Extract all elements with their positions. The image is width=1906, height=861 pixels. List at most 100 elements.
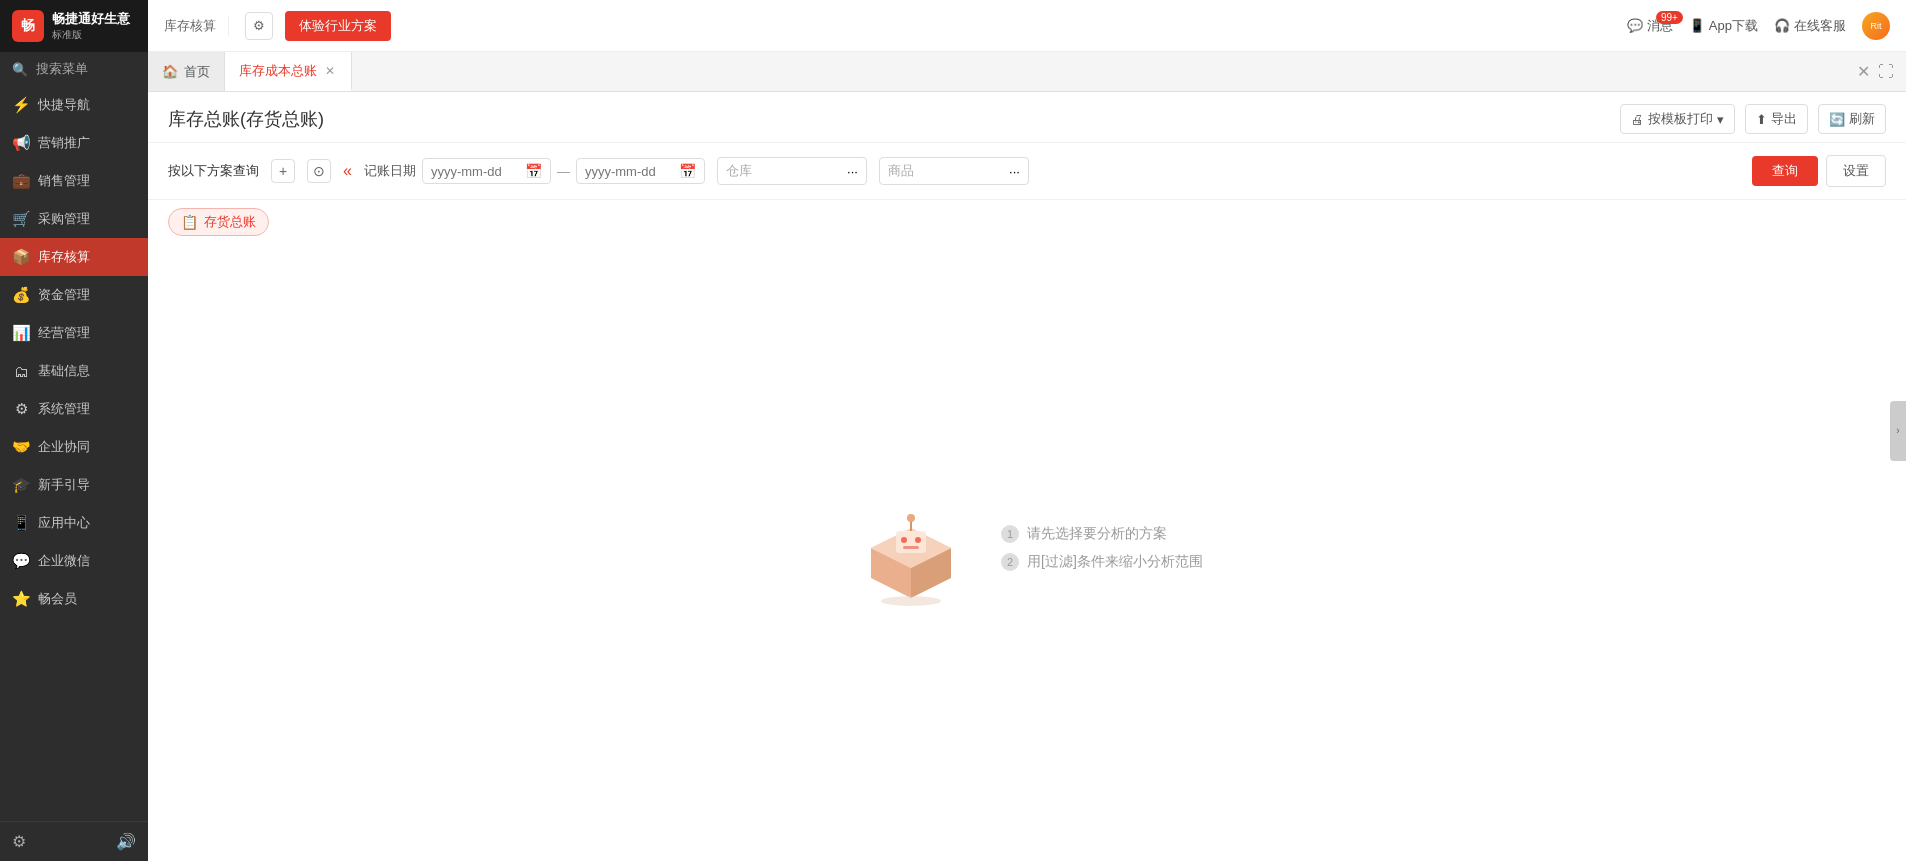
tab-close-all-icon[interactable]: ✕ <box>1857 62 1870 81</box>
app-download-item[interactable]: 📱 App下载 <box>1689 17 1758 35</box>
member-icon: ⭐ <box>12 590 30 608</box>
filter-bar: 按以下方案查询 + ⊙ « 记账日期 📅 — 📅 仓库 ··· <box>148 143 1906 200</box>
calendar-start-icon[interactable]: 📅 <box>525 163 542 179</box>
svg-point-7 <box>915 537 921 543</box>
search-menu[interactable]: 🔍 搜索菜单 <box>0 52 148 86</box>
quick-nav-icon: ⚡ <box>12 96 30 114</box>
sidebar-item-purchase[interactable]: 🛒 采购管理 <box>0 200 148 238</box>
message-icon: 💬 <box>1627 18 1643 33</box>
tab-close-btn[interactable]: ✕ <box>323 63 337 79</box>
svg-point-6 <box>901 537 907 543</box>
sidebar-item-finance[interactable]: 💰 资金管理 <box>0 276 148 314</box>
sidebar-item-basic-info[interactable]: 🗂 基础信息 <box>0 352 148 390</box>
tab-expand-icon[interactable]: ⛶ <box>1878 63 1894 81</box>
sidebar-item-app-center[interactable]: 📱 应用中心 <box>0 504 148 542</box>
export-button[interactable]: ⬆ 导出 <box>1745 104 1808 134</box>
sidebar-item-operation[interactable]: 📊 经营管理 <box>0 314 148 352</box>
inventory-icon: 📦 <box>12 248 30 266</box>
content-area: 库存总账(存货总账) 🖨 按模板打印 ▾ ⬆ 导出 🔄 刷新 按以下方案查询 <box>148 92 1906 861</box>
phone-icon: 📱 <box>1689 18 1705 33</box>
sidebar-item-member[interactable]: ⭐ 畅会员 <box>0 580 148 618</box>
product-select[interactable]: 商品 ··· <box>879 157 1029 185</box>
date-end-wrap[interactable]: 📅 <box>576 158 705 184</box>
filter-label: 按以下方案查询 <box>168 162 259 180</box>
operation-icon: 📊 <box>12 324 30 342</box>
scheme-chip-icon: 📋 <box>181 214 198 230</box>
sidebar-item-sales[interactable]: 💼 销售管理 <box>0 162 148 200</box>
sidebar-item-enterprise[interactable]: 🤝 企业协同 <box>0 428 148 466</box>
sidebar-item-inventory[interactable]: 📦 库存核算 <box>0 238 148 276</box>
date-filter-label: 记账日期 <box>364 162 416 180</box>
query-button[interactable]: 查询 <box>1752 156 1818 186</box>
empty-hint-1: 1 请先选择要分析的方案 <box>1001 525 1203 543</box>
svg-rect-8 <box>903 546 919 549</box>
industry-solution-button[interactable]: 体验行业方案 <box>285 11 391 41</box>
empty-text-list: 1 请先选择要分析的方案 2 用[过滤]条件来缩小分析范围 <box>1001 525 1203 581</box>
right-panel-toggle[interactable]: › <box>1890 401 1906 461</box>
purchase-icon: 🛒 <box>12 210 30 228</box>
tab-inventory-ledger[interactable]: 库存成本总账 ✕ <box>225 52 352 91</box>
refresh-icon: 🔄 <box>1829 112 1845 127</box>
enterprise-icon: 🤝 <box>12 438 30 456</box>
wechat-icon: 💬 <box>12 552 30 570</box>
page-actions: 🖨 按模板打印 ▾ ⬆ 导出 🔄 刷新 <box>1620 104 1886 134</box>
app-logo: 畅 畅捷通好生意 标准版 <box>0 0 148 52</box>
search-icon: 🔍 <box>12 62 28 77</box>
user-avatar[interactable]: Rit <box>1862 12 1890 40</box>
empty-illustration <box>851 493 971 613</box>
message-badge-item[interactable]: 💬 消息 99+ <box>1627 17 1673 35</box>
guide-icon: 🎓 <box>12 476 30 494</box>
marketing-icon: 📢 <box>12 134 30 152</box>
tabs-bar: 🏠 首页 库存成本总账 ✕ ✕ ⛶ <box>148 52 1906 92</box>
print-button[interactable]: 🖨 按模板打印 ▾ <box>1620 104 1735 134</box>
date-start-wrap[interactable]: 📅 <box>422 158 551 184</box>
date-end-input[interactable] <box>585 164 675 179</box>
avatar-placeholder: Rit <box>1862 12 1890 40</box>
empty-state: 1 请先选择要分析的方案 2 用[过滤]条件来缩小分析范围 <box>148 244 1906 861</box>
filter-settings-button[interactable]: 设置 <box>1826 155 1886 187</box>
scheme-row: 📋 存货总账 <box>148 200 1906 244</box>
filter-collapse-btn[interactable]: « <box>343 162 352 180</box>
settings-footer-icon[interactable]: ⚙ <box>12 832 26 851</box>
topbar: 库存核算 ⚙ 体验行业方案 💬 消息 99+ 📱 App下载 🎧 在线客服 <box>148 0 1906 52</box>
headset-icon: 🎧 <box>1774 18 1790 33</box>
sidebar-item-system[interactable]: ⚙ 系统管理 <box>0 390 148 428</box>
speaker-footer-icon[interactable]: 🔊 <box>116 832 136 851</box>
print-icon: 🖨 <box>1631 112 1644 127</box>
topbar-right: 💬 消息 99+ 📱 App下载 🎧 在线客服 Rit <box>1627 12 1890 40</box>
product-more-btn[interactable]: ··· <box>1009 164 1020 179</box>
date-start-input[interactable] <box>431 164 521 179</box>
basic-info-icon: 🗂 <box>12 362 30 380</box>
warehouse-more-btn[interactable]: ··· <box>847 164 858 179</box>
logo-text: 畅捷通好生意 标准版 <box>52 11 130 41</box>
date-separator: — <box>557 164 570 179</box>
page-title: 库存总账(存货总账) <box>168 107 324 131</box>
sidebar: 畅 畅捷通好生意 标准版 🔍 搜索菜单 ⚡ 快捷导航 📢 营销推广 💼 销售管理… <box>0 0 148 861</box>
date-filter-item: 记账日期 📅 — 📅 <box>364 158 705 184</box>
right-chevron-icon: › <box>1896 425 1899 436</box>
sidebar-item-marketing[interactable]: 📢 营销推广 <box>0 124 148 162</box>
topbar-settings-btn[interactable]: ⚙ <box>245 12 273 40</box>
calendar-end-icon[interactable]: 📅 <box>679 163 696 179</box>
sidebar-item-wechat[interactable]: 💬 企业微信 <box>0 542 148 580</box>
finance-icon: 💰 <box>12 286 30 304</box>
online-service-item[interactable]: 🎧 在线客服 <box>1774 17 1846 35</box>
print-dropdown-icon: ▾ <box>1717 112 1724 127</box>
scheme-chip[interactable]: 📋 存货总账 <box>168 208 269 236</box>
sidebar-nav: ⚡ 快捷导航 📢 营销推广 💼 销售管理 🛒 采购管理 📦 库存核算 💰 资金管… <box>0 86 148 821</box>
logo-icon: 畅 <box>12 10 44 42</box>
export-icon: ⬆ <box>1756 112 1767 127</box>
filter-add-btn[interactable]: + <box>271 159 295 183</box>
svg-point-11 <box>881 596 941 606</box>
warehouse-select[interactable]: 仓库 ··· <box>717 157 867 185</box>
system-icon: ⚙ <box>12 400 30 418</box>
home-icon: 🏠 <box>162 64 178 79</box>
breadcrumb: 库存核算 <box>164 17 216 35</box>
svg-rect-5 <box>896 531 926 553</box>
filter-actions: 查询 设置 <box>1752 155 1886 187</box>
refresh-button[interactable]: 🔄 刷新 <box>1818 104 1886 134</box>
tab-home[interactable]: 🏠 首页 <box>148 52 225 91</box>
sidebar-item-quick-nav[interactable]: ⚡ 快捷导航 <box>0 86 148 124</box>
filter-scheme-btn[interactable]: ⊙ <box>307 159 331 183</box>
sidebar-item-guide[interactable]: 🎓 新手引导 <box>0 466 148 504</box>
